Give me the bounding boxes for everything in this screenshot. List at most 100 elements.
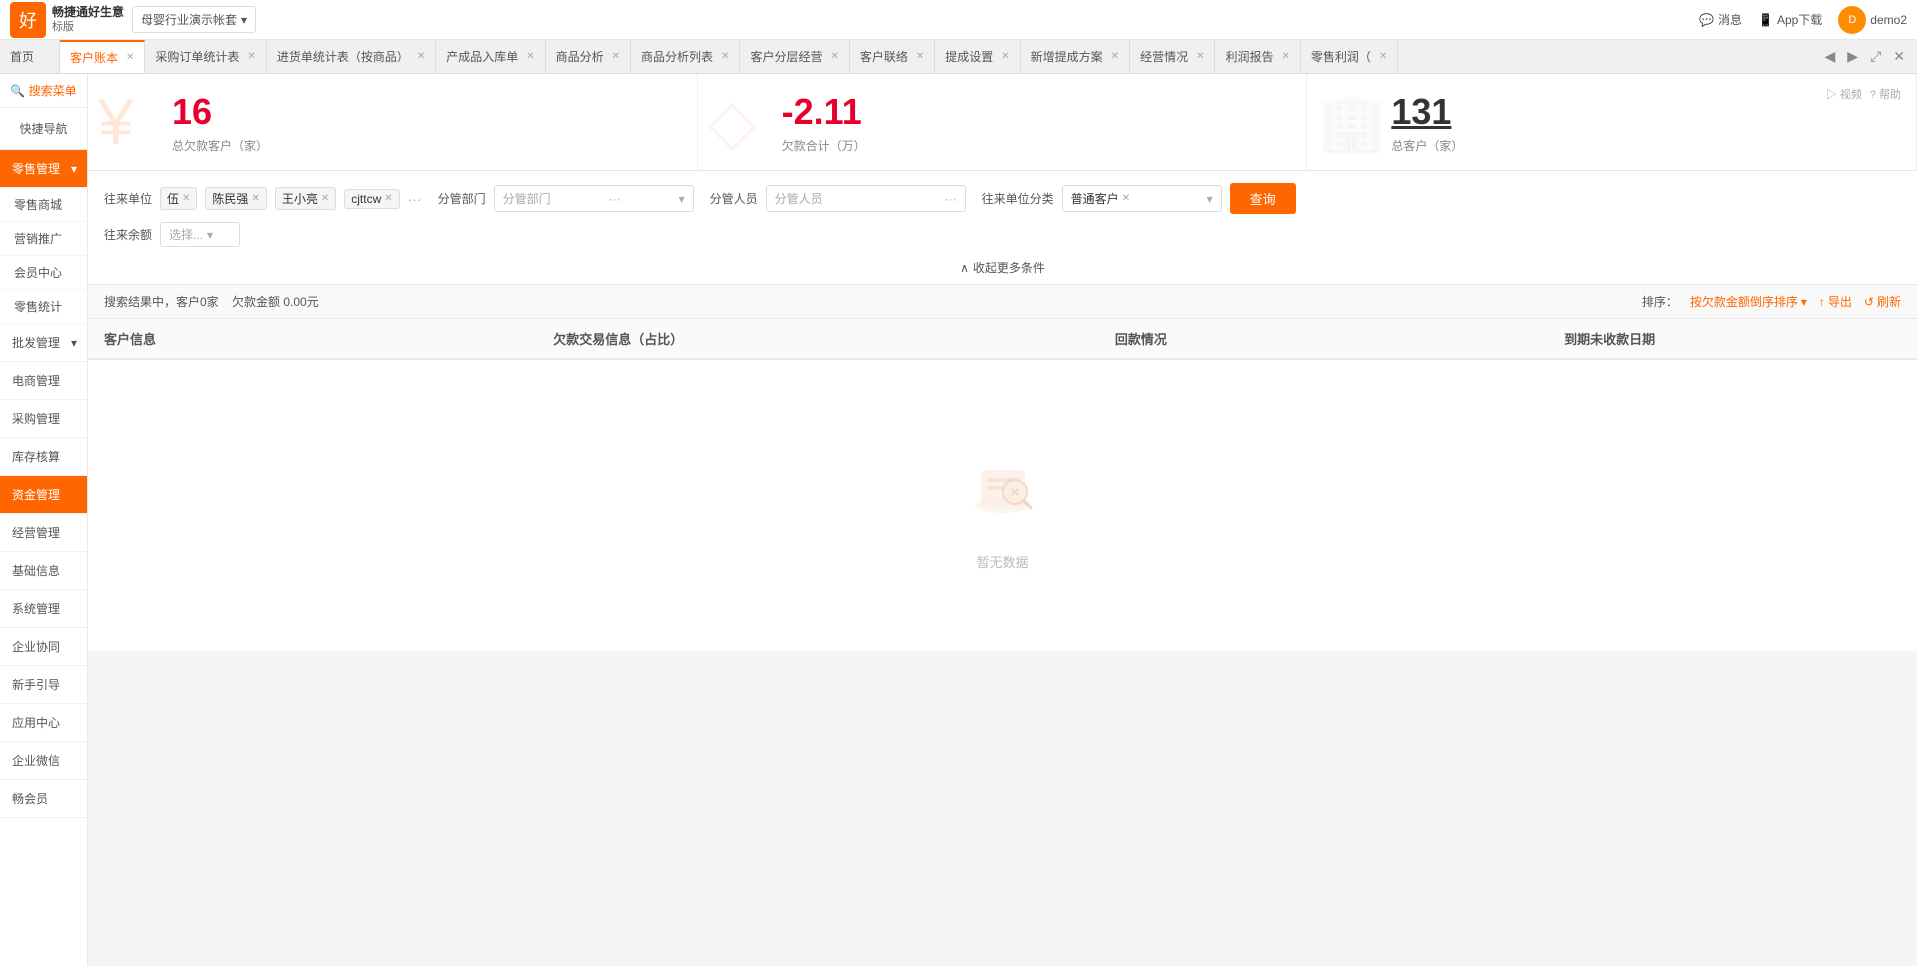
query-button[interactable]: 查询 — [1230, 183, 1296, 214]
sidebar-item-retail-shop[interactable]: 零售商城 — [0, 188, 87, 222]
unit-tag-cjttcw[interactable]: cjttcw ✕ — [344, 189, 399, 209]
tab-customer-contact[interactable]: 客户联络 ✕ — [850, 40, 935, 74]
tab-goods-analysis-list[interactable]: 商品分析列表 ✕ — [631, 40, 740, 74]
sidebar-section-wholesale[interactable]: 批发管理 ▾ — [0, 324, 87, 362]
refresh-icon: ↺ — [1864, 295, 1874, 309]
sidebar-section-new-guide[interactable]: 新手引导 — [0, 666, 87, 704]
sort-label: 排序： — [1642, 293, 1678, 310]
tab-expand-icon[interactable]: ⤢ — [1866, 46, 1885, 67]
tab-prev-icon[interactable]: ◀ — [1821, 46, 1840, 67]
unit-tag-wangxl[interactable]: 王小亮 ✕ — [275, 187, 336, 210]
table-header: 客户信息 欠款交易信息（占比） 回款情况 到期未收款日期 — [88, 319, 1917, 360]
promote-setting-tab-label: 提成设置 — [945, 48, 993, 65]
user-avatar-area[interactable]: D demo2 — [1838, 6, 1907, 34]
unit-tag-wu[interactable]: 伍 ✕ — [160, 187, 197, 210]
refresh-button[interactable]: ↺ 刷新 — [1864, 293, 1901, 310]
account-dropdown[interactable]: 母婴行业演示帐套 ▾ — [132, 6, 256, 33]
message-button[interactable]: 💬 消息 — [1699, 11, 1742, 28]
sidebar-section-app-center[interactable]: 应用中心 — [0, 704, 87, 742]
stat-total-customers: ¥ 16 总欠款客户（家） — [88, 74, 698, 170]
chevron-icon: ▾ — [71, 162, 77, 176]
balance-select[interactable]: 选择... ▾ — [160, 222, 240, 247]
dept-select[interactable]: 分管部门 ··· ▾ — [494, 185, 694, 212]
balance-filter-label: 往来余额 — [104, 226, 152, 243]
tab-customer-book[interactable]: 客户账本 ✕ — [60, 40, 145, 74]
stat-value-clients: 131 — [1391, 90, 1892, 133]
tab-close-all-icon[interactable]: ✕ — [1889, 46, 1909, 67]
close-icon[interactable]: ✕ — [126, 52, 134, 63]
chevron-down-icon: ▾ — [241, 13, 247, 27]
close-icon[interactable]: ✕ — [1281, 51, 1289, 62]
remove-icon[interactable]: ✕ — [182, 193, 190, 204]
sidebar-item-retail-stat[interactable]: 零售统计 — [0, 290, 87, 324]
tab-next-icon[interactable]: ▶ — [1843, 46, 1862, 67]
tab-goods-analysis[interactable]: 商品分析 ✕ — [546, 40, 631, 74]
sidebar-section-sys-mgmt[interactable]: 系统管理 — [0, 590, 87, 628]
close-icon[interactable]: ✕ — [417, 51, 425, 62]
close-icon[interactable]: ✕ — [1379, 51, 1387, 62]
close-icon[interactable]: ✕ — [1001, 51, 1009, 62]
product-inbound-tab-label: 产成品入库单 — [446, 48, 518, 65]
tab-promote-setting[interactable]: 提成设置 ✕ — [935, 40, 1020, 74]
close-icon[interactable]: ✕ — [247, 51, 255, 62]
tab-new-promote[interactable]: 新增提成方案 ✕ — [1021, 40, 1130, 74]
tab-stock-stat[interactable]: 进货单统计表（按商品） ✕ — [267, 40, 436, 74]
sidebar-item-quick-nav[interactable]: 快捷导航 — [0, 112, 87, 145]
collapse-button[interactable]: ∧ 收起更多条件 — [104, 255, 1901, 280]
stat-value-customers: 16 — [172, 90, 673, 133]
sidebar-section-basic-info[interactable]: 基础信息 — [0, 552, 87, 590]
sidebar-section-operation-mgmt[interactable]: 经营管理 — [0, 514, 87, 552]
person-select[interactable]: 分管人员 ··· — [766, 185, 966, 212]
sidebar-item-member[interactable]: 会员中心 — [0, 256, 87, 290]
close-icon[interactable]: ✕ — [1196, 51, 1204, 62]
close-icon[interactable]: ✕ — [721, 51, 729, 62]
sort-select[interactable]: 按欠款金额倒序排序 ▾ — [1690, 293, 1807, 310]
customer-contact-tab-label: 客户联络 — [860, 48, 908, 65]
sidebar-section-finance[interactable]: 资金管理 — [0, 476, 87, 514]
close-icon[interactable]: ✕ — [612, 51, 620, 62]
remove-icon[interactable]: ✕ — [251, 193, 259, 204]
sidebar-section-vip-member[interactable]: 畅会员 — [0, 780, 87, 818]
remove-icon[interactable]: ✕ — [1122, 193, 1130, 204]
tab-retail-profit[interactable]: 零售利润（ ✕ — [1301, 40, 1398, 74]
remove-icon[interactable]: ✕ — [321, 193, 329, 204]
more-options-icon[interactable]: ··· — [609, 192, 621, 206]
remove-icon[interactable]: ✕ — [384, 193, 392, 204]
close-icon[interactable]: ✕ — [830, 51, 838, 62]
close-icon[interactable]: ✕ — [1111, 51, 1119, 62]
main-layout: 🔍 搜索菜单 快捷导航 零售管理 ▾ 零售商城 营销推广 会员中心 零售统计 批… — [0, 74, 1917, 966]
th-customer: 客户信息 — [104, 329, 553, 348]
empty-state: 暂无数据 — [88, 360, 1917, 651]
unit-tag-chenmq[interactable]: 陈民强 ✕ — [205, 187, 266, 210]
tab-product-inbound[interactable]: 产成品入库单 ✕ — [436, 40, 545, 74]
person-filter-label: 分管人员 — [710, 190, 758, 207]
sidebar-search[interactable]: 🔍 搜索菜单 — [0, 74, 87, 108]
tab-purchase-order[interactable]: 采购订单统计表 ✕ — [145, 40, 266, 74]
logo-icon: 好 — [10, 2, 46, 38]
filter-row-2: 往来余额 选择... ▾ — [104, 222, 1901, 247]
tab-operation[interactable]: 经营情况 ✕ — [1130, 40, 1215, 74]
export-button[interactable]: ↑ 导出 — [1819, 293, 1852, 310]
help-link[interactable]: ? 帮助 — [1870, 86, 1901, 102]
app-download-button[interactable]: 📱 App下载 — [1758, 11, 1822, 28]
sidebar-section-enterprise-coop[interactable]: 企业协同 — [0, 628, 87, 666]
close-icon[interactable]: ✕ — [526, 51, 534, 62]
video-link[interactable]: ▷ 视频 — [1826, 86, 1862, 102]
unit-class-tag[interactable]: 普通客户 ✕ — [1071, 190, 1130, 207]
tab-bar: 首页 客户账本 ✕ 采购订单统计表 ✕ 进货单统计表（按商品） ✕ 产成品入库单… — [0, 40, 1917, 74]
sidebar-section-enterprise-wechat[interactable]: 企业微信 — [0, 742, 87, 780]
stat-label-customers: 总欠款客户（家） — [172, 137, 673, 154]
person-placeholder: 分管人员 — [775, 190, 823, 207]
more-tags-icon[interactable]: ··· — [408, 191, 422, 207]
sidebar-section-ecommerce[interactable]: 电商管理 — [0, 362, 87, 400]
more-options-icon[interactable]: ··· — [945, 192, 957, 206]
sidebar-section-inventory[interactable]: 库存核算 — [0, 438, 87, 476]
sidebar-section-purchase[interactable]: 采购管理 — [0, 400, 87, 438]
tab-customer-tier[interactable]: 客户分层经营 ✕ — [740, 40, 849, 74]
sidebar-section-retail[interactable]: 零售管理 ▾ — [0, 150, 87, 188]
tab-home[interactable]: 首页 — [0, 40, 60, 74]
tab-profit-report[interactable]: 利润报告 ✕ — [1215, 40, 1300, 74]
unit-class-select[interactable]: 普通客户 ✕ ▾ — [1062, 185, 1222, 212]
sidebar-item-marketing[interactable]: 营销推广 — [0, 222, 87, 256]
close-icon[interactable]: ✕ — [916, 51, 924, 62]
